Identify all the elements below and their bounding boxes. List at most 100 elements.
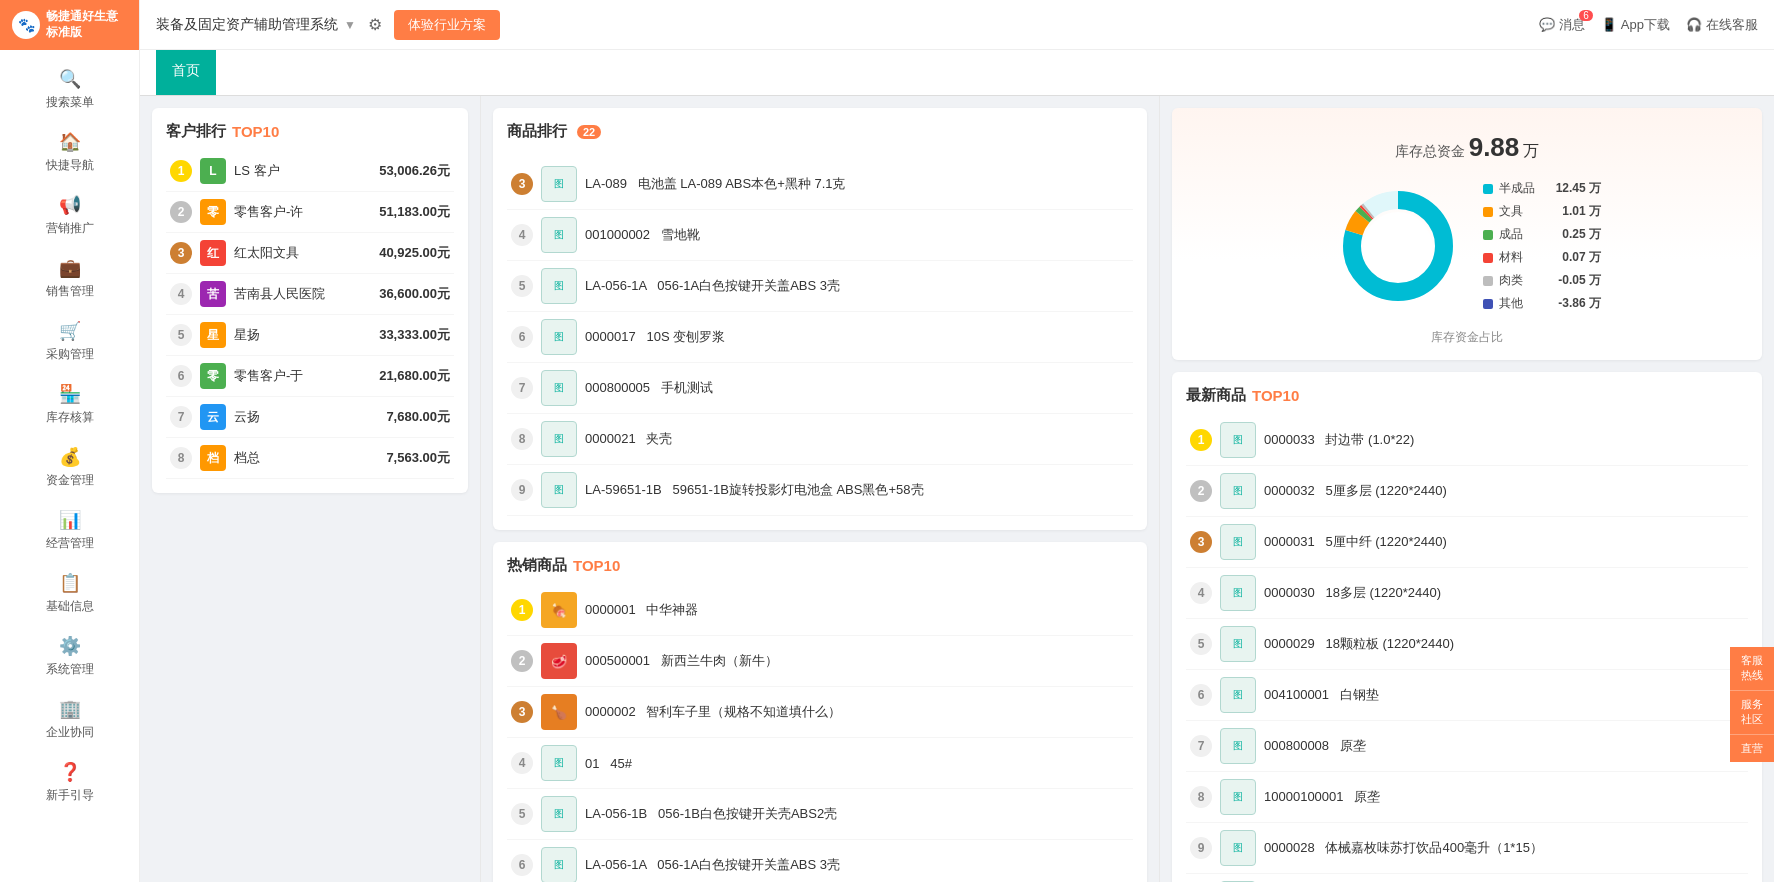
sidebar-item-label: 搜索菜单 xyxy=(46,94,94,111)
rank-number: 3 xyxy=(170,242,192,264)
legend-value: 0.25 万 xyxy=(1541,226,1601,243)
product-ranking-header: 商品排行 22 xyxy=(507,122,1133,151)
rank-number: 3 xyxy=(511,173,533,195)
rank-item: 8 档 档总 7,563.00元 xyxy=(166,438,454,479)
svg-point-6 xyxy=(1364,212,1432,280)
rank-item: 1 L LS 客户 53,006.26元 xyxy=(166,151,454,192)
tab-home[interactable]: 首页 xyxy=(156,50,216,95)
service-wrap[interactable]: 🎧 在线客服 xyxy=(1686,16,1758,34)
customer-rank-list: 1 L LS 客户 53,006.26元 2 零 零售客户-许 51,183.0… xyxy=(166,151,454,479)
rank-item: 5 图 0000029 18颗粒板 (1220*2440) xyxy=(1186,619,1748,670)
app-label: App下载 xyxy=(1621,16,1670,34)
rank-number: 8 xyxy=(170,447,192,469)
inventory-footer: 库存资金占比 xyxy=(1186,329,1748,346)
product-img: 🍗 xyxy=(541,694,577,730)
float-btn-service[interactable]: 客服热线 xyxy=(1730,647,1774,691)
sidebar-item-guide[interactable]: ❓ 新手引导 xyxy=(0,751,139,814)
customer-avatar: 零 xyxy=(200,363,226,389)
rank-item: 3 🍗 0000002 智利车子里（规格不知道填什么） xyxy=(507,687,1133,738)
float-btn-direct[interactable]: 直营 xyxy=(1730,735,1774,762)
col-mid: 商品排行 22 3 图 LA-089 电池盖 LA-089 ABS本色+黑种 7… xyxy=(480,96,1160,882)
app-download-wrap[interactable]: 📱 App下载 xyxy=(1601,16,1670,34)
rank-number: 8 xyxy=(1190,786,1212,808)
legend-dot xyxy=(1483,253,1493,263)
legend-dot xyxy=(1483,230,1493,240)
legend-item: 文具 1.01 万 xyxy=(1483,200,1601,223)
headset-icon: 🎧 xyxy=(1686,17,1702,32)
logo-line2: 标准版 xyxy=(46,25,118,41)
rank-item: 2 零 零售客户-许 51,183.00元 xyxy=(166,192,454,233)
sidebar-item-enterprise[interactable]: 🏢 企业协同 xyxy=(0,688,139,751)
rank-number: 6 xyxy=(170,365,192,387)
rank-item: 5 图 LA-056-1B 056-1B白色按键开关壳ABS2壳 xyxy=(507,789,1133,840)
sidebar-item-quicknav[interactable]: 🏠 快捷导航 xyxy=(0,121,139,184)
product-img: 图 xyxy=(1220,779,1256,815)
rank-item: 1 图 0000033 封边带 (1.0*22) xyxy=(1186,415,1748,466)
sidebar-item-marketing[interactable]: 📢 营销推广 xyxy=(0,184,139,247)
donut-chart xyxy=(1333,181,1463,311)
legend-item: 半成品 12.45 万 xyxy=(1483,177,1601,200)
topbar-settings-icon[interactable]: ⚙ xyxy=(368,15,382,34)
sidebar-nav: 🔍 搜索菜单 🏠 快捷导航 📢 营销推广 💼 销售管理 🛒 采购管理 🏪 库存核… xyxy=(0,50,139,882)
rank-number: 4 xyxy=(170,283,192,305)
rank-number: 6 xyxy=(1190,684,1212,706)
rank-number: 6 xyxy=(511,854,533,876)
sidebar-item-search[interactable]: 🔍 搜索菜单 xyxy=(0,58,139,121)
logo-text: 畅捷通好生意 标准版 xyxy=(46,9,118,40)
legend-value: -3.86 万 xyxy=(1541,295,1601,312)
rank-number: 3 xyxy=(1190,531,1212,553)
logo-icon: 🐾 xyxy=(12,11,40,39)
tab-bar: 首页 xyxy=(140,50,1774,96)
customer-avatar: 档 xyxy=(200,445,226,471)
new-products-card: 最新商品 TOP10 1 图 0000033 封边带 (1.0*22) 2 图 … xyxy=(1172,372,1762,882)
inventory-amount: 9.88 xyxy=(1469,132,1520,162)
sidebar-item-system[interactable]: ⚙️ 系统管理 xyxy=(0,625,139,688)
customer-avatar: L xyxy=(200,158,226,184)
product-img: 图 xyxy=(1220,575,1256,611)
message-badge-wrap[interactable]: 💬 消息 6 xyxy=(1539,16,1585,34)
product-img: 图 xyxy=(541,319,577,355)
rank-number: 2 xyxy=(511,650,533,672)
sidebar-item-purchase[interactable]: 🛒 采购管理 xyxy=(0,310,139,373)
customer-ranking-title: 客户排行 TOP10 xyxy=(166,122,454,141)
rank-number: 5 xyxy=(170,324,192,346)
phone-icon: 📱 xyxy=(1601,17,1617,32)
sidebar-item-inventory[interactable]: 🏪 库存核算 xyxy=(0,373,139,436)
sidebar-item-sales[interactable]: 💼 销售管理 xyxy=(0,247,139,310)
customer-avatar: 零 xyxy=(200,199,226,225)
sidebar-item-label: 资金管理 xyxy=(46,472,94,489)
product-img: 图 xyxy=(541,268,577,304)
legend-item: 材料 0.07 万 xyxy=(1483,246,1601,269)
question-icon: ❓ xyxy=(59,761,81,783)
customer-ranking-card: 客户排行 TOP10 1 L LS 客户 53,006.26元 2 零 零售客户… xyxy=(152,108,468,493)
rank-item: 8 图 10000100001 原垄 xyxy=(1186,772,1748,823)
rank-number: 1 xyxy=(170,160,192,182)
product-img: 图 xyxy=(541,745,577,781)
rank-number: 9 xyxy=(1190,837,1212,859)
rank-item: 6 图 004100001 白钢垫 xyxy=(1186,670,1748,721)
trial-button[interactable]: 体验行业方案 xyxy=(394,10,500,40)
sidebar-item-operation[interactable]: 📊 经营管理 xyxy=(0,499,139,562)
customer-avatar: 苦 xyxy=(200,281,226,307)
main-area: 装备及固定资产辅助管理系统 ▼ ⚙ 体验行业方案 💬 消息 6 📱 App下载 … xyxy=(140,0,1774,882)
sidebar-item-basicinfo[interactable]: 📋 基础信息 xyxy=(0,562,139,625)
sidebar-item-finance[interactable]: 💰 资金管理 xyxy=(0,436,139,499)
inventory-card: 库存总资金 9.88 万 xyxy=(1172,108,1762,360)
sidebar-item-label: 采购管理 xyxy=(46,346,94,363)
rank-number: 5 xyxy=(1190,633,1212,655)
rank-item: 7 图 000800008 原垄 xyxy=(1186,721,1748,772)
rank-item: 5 星 星扬 33,333.00元 xyxy=(166,315,454,356)
product-img: 🥩 xyxy=(541,643,577,679)
rank-number: 9 xyxy=(511,479,533,501)
col-left: 客户排行 TOP10 1 L LS 客户 53,006.26元 2 零 零售客户… xyxy=(140,96,480,882)
new-products-list: 1 图 0000033 封边带 (1.0*22) 2 图 0000032 5厘多… xyxy=(1186,415,1748,882)
rank-item: 9 图 LA-59651-1B 59651-1B旋转投影灯电池盒 ABS黑色+5… xyxy=(507,465,1133,516)
sidebar-item-label: 营销推广 xyxy=(46,220,94,237)
legend-dot xyxy=(1483,184,1493,194)
float-btn-community[interactable]: 服务社区 xyxy=(1730,691,1774,735)
rank-number: 4 xyxy=(511,224,533,246)
dashboard: 客户排行 TOP10 1 L LS 客户 53,006.26元 2 零 零售客户… xyxy=(140,96,1774,882)
logo-line1: 畅捷通好生意 xyxy=(46,9,118,25)
rank-number: 7 xyxy=(170,406,192,428)
product-img: 图 xyxy=(1220,626,1256,662)
